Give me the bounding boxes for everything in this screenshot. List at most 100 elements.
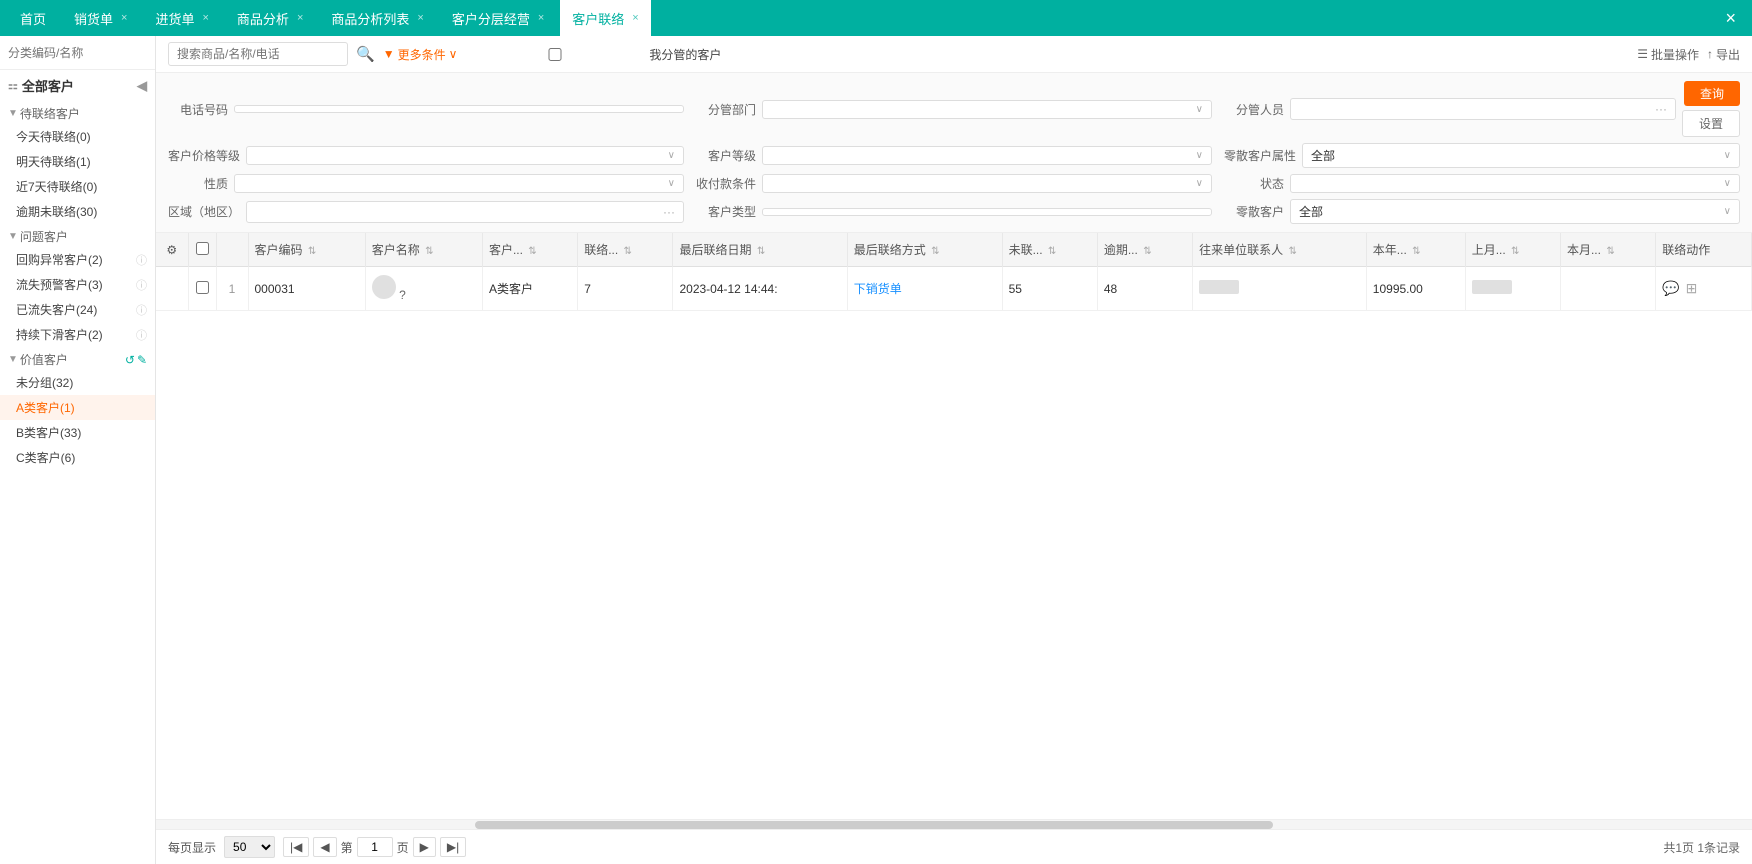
- price-level-icon: ∨: [668, 150, 675, 161]
- sidebar-item-churned[interactable]: 已流失客户(24) ⓘ: [0, 297, 155, 322]
- price-level-input[interactable]: ∨: [246, 146, 684, 165]
- sidebar-item-today[interactable]: 今天待联络(0): [0, 124, 155, 149]
- nav-customer-contact[interactable]: 客户联络 ×: [560, 0, 650, 36]
- search-button[interactable]: 🔍: [356, 45, 375, 63]
- nav-sales[interactable]: 销货单 ×: [62, 0, 139, 36]
- status-input[interactable]: ∨: [1290, 174, 1740, 193]
- region-input[interactable]: ···: [246, 201, 684, 223]
- batch-icon: ☰: [1637, 47, 1648, 61]
- col-last-date[interactable]: 最后联络日期 ⇅: [673, 233, 847, 267]
- row-check-cell[interactable]: [188, 267, 216, 311]
- sidebar-item-ungroup[interactable]: 未分组(32): [0, 370, 155, 395]
- sort-type-icon: ⇅: [528, 246, 536, 257]
- filter-row-status: 状态 ∨: [1224, 174, 1740, 193]
- sidebar-item-tomorrow[interactable]: 明天待联络(1): [0, 149, 155, 174]
- close-sales-icon[interactable]: ×: [121, 12, 127, 24]
- col-prev-contact[interactable]: 往来单位联系人 ⇅: [1193, 233, 1367, 267]
- batch-op-button[interactable]: ☰ 批量操作: [1637, 46, 1699, 63]
- sidebar-group-pending[interactable]: ▼ 待联络客户: [0, 101, 155, 124]
- sidebar-item-overdue[interactable]: 逾期未联络(30): [0, 199, 155, 224]
- nav-purchase[interactable]: 进货单 ×: [143, 0, 220, 36]
- customer-type-input[interactable]: [762, 208, 1212, 216]
- top-nav: 首页 销货单 × 进货单 × 商品分析 × 商品分析列表 × 客户分层经营 × …: [0, 0, 1752, 36]
- close-list-icon[interactable]: ×: [417, 12, 423, 24]
- col-overdue[interactable]: 逾期... ⇅: [1097, 233, 1192, 267]
- page-navigation: |◀ ◀ 第 页 ▶ ▶|: [283, 837, 466, 857]
- nature-input[interactable]: ∨: [234, 174, 684, 193]
- sidebar-search-input[interactable]: [8, 46, 156, 60]
- sidebar-all-customers[interactable]: ⚏ 全部客户 ◀: [0, 70, 155, 101]
- last-page-button[interactable]: ▶|: [440, 837, 466, 857]
- query-button[interactable]: 查询: [1684, 81, 1740, 106]
- nav-customer-layer[interactable]: 客户分层经营 ×: [440, 0, 556, 36]
- scattered-input[interactable]: 全部 ∨: [1290, 199, 1740, 224]
- nav-product-analysis[interactable]: 商品分析 ×: [225, 0, 315, 36]
- col-contact[interactable]: 联络... ⇅: [578, 233, 673, 267]
- horizontal-scrollbar[interactable]: [156, 819, 1752, 829]
- col-this-year[interactable]: 本年... ⇅: [1366, 233, 1465, 267]
- content-area: 🔍 ▼ 更多条件 ∨ 我分管的客户 ☰ 批量操作 ↑ 导出: [156, 36, 1752, 864]
- arrow-problem-icon: ▼: [8, 231, 18, 242]
- level-input[interactable]: ∨: [762, 146, 1212, 165]
- close-product-icon[interactable]: ×: [297, 12, 303, 24]
- payment-input[interactable]: ∨: [762, 174, 1212, 193]
- nav-home[interactable]: 首页: [8, 0, 58, 36]
- next-page-button[interactable]: ▶: [413, 837, 436, 857]
- my-customer-checkbox-label[interactable]: 我分管的客户: [465, 46, 721, 63]
- prev-page-button[interactable]: ◀: [313, 837, 336, 857]
- table-header-row: ⚙ 客户编码 ⇅ 客户名称 ⇅ 客户... ⇅ 联络... ⇅ 最后联络日期 ⇅…: [156, 233, 1752, 267]
- sidebar-item-c-class[interactable]: C类客户(6): [0, 445, 155, 470]
- page-input[interactable]: [357, 837, 393, 857]
- col-gear[interactable]: ⚙: [156, 233, 188, 267]
- price-level-label: 客户价格等级: [168, 147, 240, 164]
- value-refresh-btn[interactable]: ↺: [125, 353, 135, 367]
- close-layer-icon[interactable]: ×: [538, 12, 544, 24]
- dept-input[interactable]: ∨: [762, 100, 1212, 119]
- grid-action-icon[interactable]: ⊞: [1686, 280, 1698, 297]
- col-name[interactable]: 客户名称 ⇅: [365, 233, 482, 267]
- sort-no-contact-icon: ⇅: [1048, 246, 1056, 257]
- message-action-icon[interactable]: 💬: [1662, 280, 1679, 297]
- close-contact-icon[interactable]: ×: [632, 12, 638, 24]
- last-method-link[interactable]: 下销货单: [854, 282, 902, 296]
- export-button[interactable]: ↑ 导出: [1707, 46, 1740, 63]
- first-page-button[interactable]: |◀: [283, 837, 309, 857]
- sidebar-group-problem[interactable]: ▼ 问题客户: [0, 224, 155, 247]
- row-last-method-cell[interactable]: 下销货单: [847, 267, 1002, 311]
- per-page-select[interactable]: 50 100 200: [224, 836, 275, 858]
- sidebar-item-churn-warning[interactable]: 流失预警客户(3) ⓘ: [0, 272, 155, 297]
- more-filter-button[interactable]: ▼ 更多条件 ∨: [383, 46, 458, 63]
- sort-method-icon: ⇅: [931, 246, 939, 257]
- select-all-checkbox[interactable]: [196, 242, 209, 255]
- sidebar-item-repurchase[interactable]: 回购异常客户(2) ⓘ: [0, 247, 155, 272]
- sidebar-item-7days[interactable]: 近7天待联络(0): [0, 174, 155, 199]
- col-last-month[interactable]: 上月... ⇅: [1465, 233, 1560, 267]
- col-this-month[interactable]: 本月... ⇅: [1560, 233, 1655, 267]
- sidebar-item-b-class[interactable]: B类客户(33): [0, 420, 155, 445]
- row-checkbox[interactable]: [196, 281, 209, 294]
- col-type[interactable]: 客户... ⇅: [482, 233, 577, 267]
- sidebar-collapse-btn[interactable]: ◀: [137, 78, 147, 94]
- person-input[interactable]: ···: [1290, 98, 1676, 120]
- scattered-attr-input[interactable]: 全部 ∨: [1302, 143, 1740, 168]
- sidebar-item-a-class[interactable]: A类客户(1): [0, 395, 155, 420]
- window-close-button[interactable]: ×: [1717, 8, 1744, 29]
- search-input[interactable]: [168, 42, 348, 66]
- row-name-cell: ?: [365, 267, 482, 311]
- col-code[interactable]: 客户编码 ⇅: [248, 233, 365, 267]
- sidebar-group-value[interactable]: ▼ 价值客户 ↺ ✎: [0, 347, 155, 370]
- nav-product-list[interactable]: 商品分析列表 ×: [319, 0, 435, 36]
- page-info: 共1页 1条记录: [1663, 839, 1740, 856]
- region-more-icon: ···: [663, 205, 675, 219]
- phone-input[interactable]: [234, 105, 684, 113]
- filter-row-scattered: 零散客户 全部 ∨: [1224, 199, 1740, 224]
- scrollbar-thumb[interactable]: [475, 821, 1273, 829]
- col-no-contact[interactable]: 未联... ⇅: [1002, 233, 1097, 267]
- close-purchase-icon[interactable]: ×: [202, 12, 208, 24]
- arrow-pending-icon: ▼: [8, 108, 18, 119]
- col-last-method[interactable]: 最后联络方式 ⇅: [847, 233, 1002, 267]
- settings-button[interactable]: 设置: [1682, 110, 1740, 137]
- value-edit-btn[interactable]: ✎: [137, 353, 147, 367]
- sidebar-item-declining[interactable]: 持续下滑客户(2) ⓘ: [0, 322, 155, 347]
- my-customer-checkbox[interactable]: [465, 48, 645, 61]
